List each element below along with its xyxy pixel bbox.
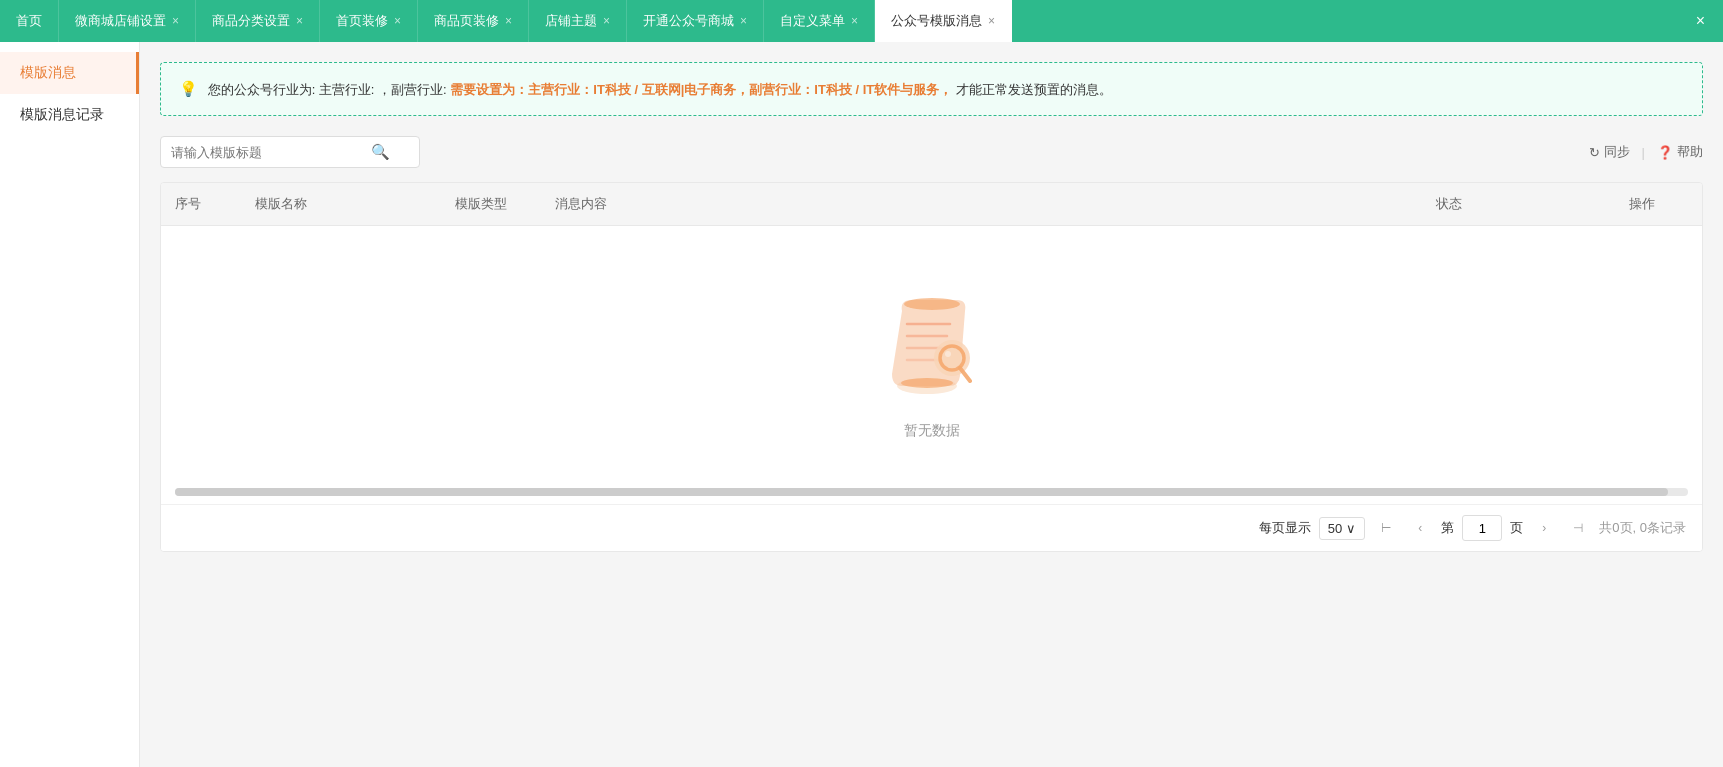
next-page-button[interactable]: › <box>1531 515 1557 541</box>
close-custom-menu[interactable]: × <box>851 14 858 28</box>
global-close-button[interactable]: × <box>1678 0 1723 42</box>
tab-home-decor[interactable]: 首页装修 × <box>320 0 418 42</box>
data-table: 序号 模版名称 模版类型 消息内容 状态 操作 <box>160 182 1703 552</box>
help-icon: ❓ <box>1657 145 1673 160</box>
tab-shop-theme[interactable]: 店铺主题 × <box>529 0 627 42</box>
tab-open-mall-label: 开通公众号商城 <box>643 12 734 30</box>
tab-template-msg-label: 公众号模版消息 <box>891 12 982 30</box>
th-name: 模版名称 <box>241 183 441 225</box>
per-page-label: 每页显示 <box>1259 519 1311 537</box>
sidebar-item-record-label: 模版消息记录 <box>20 106 104 122</box>
global-close-icon: × <box>1696 12 1705 30</box>
tab-home[interactable]: 首页 <box>0 0 59 42</box>
top-nav: 首页 微商城店铺设置 × 商品分类设置 × 首页装修 × 商品页装修 × 店铺主… <box>0 0 1723 42</box>
help-label: 帮助 <box>1677 143 1703 161</box>
table-header: 序号 模版名称 模版类型 消息内容 状态 操作 <box>161 183 1702 226</box>
per-page-select[interactable]: 50 ∨ <box>1319 517 1365 540</box>
sidebar-item-template-msg[interactable]: 模版消息 <box>0 52 139 94</box>
close-open-mall[interactable]: × <box>740 14 747 28</box>
toolbar-divider: | <box>1642 145 1645 160</box>
first-page-button[interactable]: ⊢ <box>1373 515 1399 541</box>
page-unit: 页 <box>1510 519 1523 537</box>
tab-open-mall[interactable]: 开通公众号商城 × <box>627 0 764 42</box>
sync-icon: ↻ <box>1589 145 1600 160</box>
tab-category-setting[interactable]: 商品分类设置 × <box>196 0 320 42</box>
prev-page-button[interactable]: ‹ <box>1407 515 1433 541</box>
alert-box: 💡 您的公众号行业为: 主营行业: ，副营行业: 需要设置为：主营行业：IT科技… <box>160 62 1703 116</box>
close-category-setting[interactable]: × <box>296 14 303 28</box>
sidebar: 模版消息 模版消息记录 <box>0 42 140 767</box>
current-page-input[interactable] <box>1462 515 1502 541</box>
alert-prefix: 您的公众号行业为: 主营行业: ，副营行业: <box>208 82 447 97</box>
per-page-value: 50 <box>1328 521 1342 536</box>
th-content: 消息内容 <box>541 183 1422 225</box>
close-template-msg[interactable]: × <box>988 14 995 28</box>
search-icon[interactable]: 🔍 <box>371 143 390 161</box>
alert-highlight: 需要设置为：主营行业：IT科技 / 互联网|电子商务，副营行业：IT科技 / I… <box>450 82 952 97</box>
sidebar-item-template-msg-label: 模版消息 <box>20 64 76 80</box>
close-shop-setting[interactable]: × <box>172 14 179 28</box>
tab-home-label: 首页 <box>16 12 42 30</box>
svg-point-1 <box>904 298 960 310</box>
tab-template-msg[interactable]: 公众号模版消息 × <box>875 0 1012 42</box>
empty-state: 暂无数据 <box>161 226 1702 480</box>
last-page-button[interactable]: ⊣ <box>1565 515 1591 541</box>
toolbar-right: ↻ 同步 | ❓ 帮助 <box>1589 143 1703 161</box>
page-summary: 共0页, 0条记录 <box>1599 519 1686 537</box>
sync-button[interactable]: ↻ 同步 <box>1589 143 1630 161</box>
tab-product-decor[interactable]: 商品页装修 × <box>418 0 529 42</box>
close-home-decor[interactable]: × <box>394 14 401 28</box>
horizontal-scrollbar[interactable] <box>175 488 1688 496</box>
tab-custom-menu-label: 自定义菜单 <box>780 12 845 30</box>
th-seq: 序号 <box>161 183 241 225</box>
page-label: 第 <box>1441 519 1454 537</box>
help-button[interactable]: ❓ 帮助 <box>1657 143 1703 161</box>
th-action: 操作 <box>1582 183 1702 225</box>
pagination: 每页显示 50 ∨ ⊢ ‹ 第 页 › ⊣ 共0页, 0条记录 <box>161 504 1702 551</box>
close-product-decor[interactable]: × <box>505 14 512 28</box>
empty-illustration <box>872 286 992 406</box>
close-shop-theme[interactable]: × <box>603 14 610 28</box>
svg-point-10 <box>945 351 951 357</box>
search-bar: 🔍 ↻ 同步 | ❓ 帮助 <box>160 136 1703 168</box>
scroll-thumb[interactable] <box>175 488 1668 496</box>
per-page-chevron-icon: ∨ <box>1346 521 1356 536</box>
tab-category-setting-label: 商品分类设置 <box>212 12 290 30</box>
search-input-wrap[interactable]: 🔍 <box>160 136 420 168</box>
sync-label: 同步 <box>1604 143 1630 161</box>
tab-shop-setting-label: 微商城店铺设置 <box>75 12 166 30</box>
main-content: 💡 您的公众号行业为: 主营行业: ，副营行业: 需要设置为：主营行业：IT科技… <box>140 42 1723 767</box>
tab-shop-setting[interactable]: 微商城店铺设置 × <box>59 0 196 42</box>
tab-product-decor-label: 商品页装修 <box>434 12 499 30</box>
tab-home-decor-label: 首页装修 <box>336 12 388 30</box>
alert-icon: 💡 <box>179 80 198 97</box>
search-input[interactable] <box>171 145 371 160</box>
th-type: 模版类型 <box>441 183 541 225</box>
sidebar-item-template-msg-record[interactable]: 模版消息记录 <box>0 94 139 136</box>
svg-point-2 <box>901 378 953 388</box>
tab-shop-theme-label: 店铺主题 <box>545 12 597 30</box>
empty-text: 暂无数据 <box>904 422 960 440</box>
th-status: 状态 <box>1422 183 1582 225</box>
app-layout: 模版消息 模版消息记录 💡 您的公众号行业为: 主营行业: ，副营行业: 需要设… <box>0 42 1723 767</box>
alert-suffix: 才能正常发送预置的消息。 <box>956 82 1112 97</box>
tab-custom-menu[interactable]: 自定义菜单 × <box>764 0 875 42</box>
